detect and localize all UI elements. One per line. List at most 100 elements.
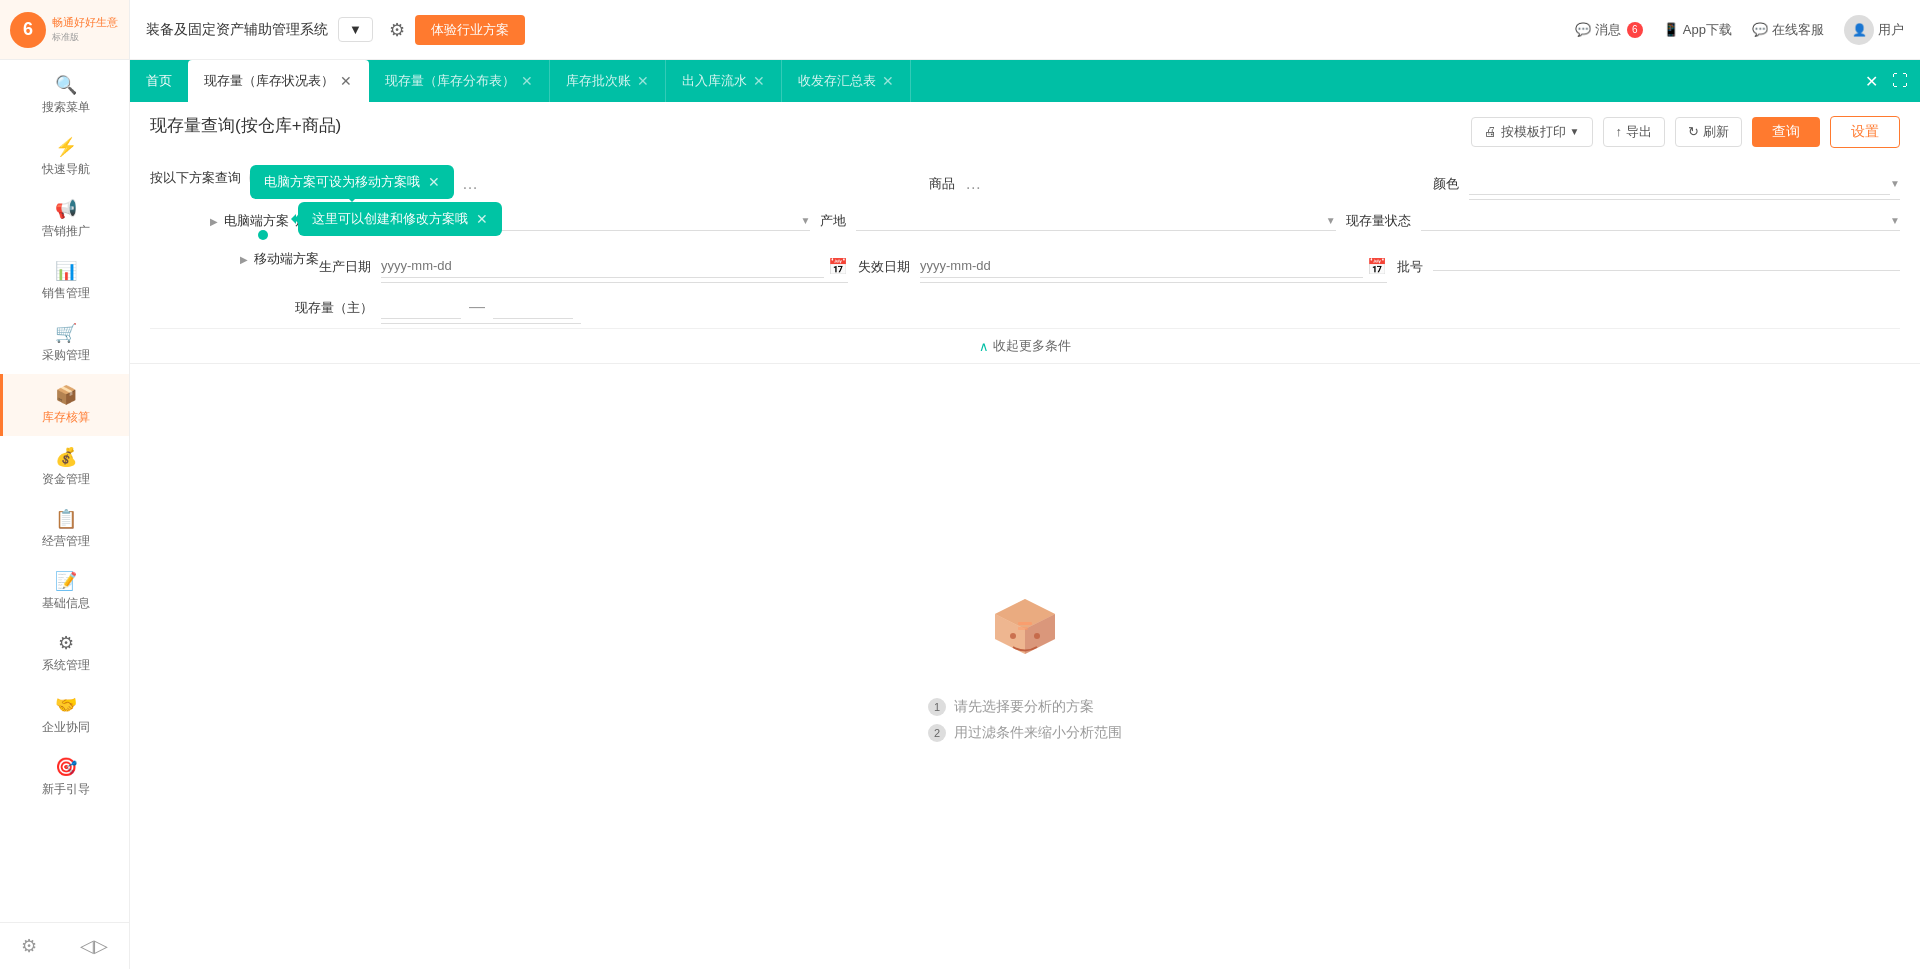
- refresh-icon: ↻: [1688, 124, 1699, 139]
- svg-point-4: [1010, 633, 1016, 639]
- sales-icon: 📊: [55, 260, 77, 282]
- tab-close-icon[interactable]: ✕: [637, 73, 649, 89]
- tab-label: 现存量（库存分布表）: [385, 72, 515, 90]
- sidebar-item-search[interactable]: 🔍 搜索菜单: [0, 64, 129, 126]
- collapse-up-icon: ∧: [979, 339, 989, 354]
- sidebar-item-label: 销售管理: [42, 285, 90, 302]
- sidebar-item-enterprise[interactable]: 🤝 企业协同: [0, 684, 129, 746]
- stock-status-dropdown-icon[interactable]: ▼: [1890, 215, 1900, 226]
- stock-main-max-input[interactable]: [493, 295, 573, 319]
- exp-calendar-icon[interactable]: 📅: [1367, 257, 1387, 276]
- tooltip-mobile-scheme: 电脑方案可设为移动方案哦 ✕: [250, 165, 454, 199]
- mfg-date-input[interactable]: [381, 254, 824, 278]
- inventory-icon: 📦: [55, 384, 77, 406]
- sidebar-item-inventory[interactable]: 📦 库存核算: [0, 374, 129, 436]
- sidebar-item-label: 采购管理: [42, 347, 90, 364]
- svg-rect-7: [1018, 627, 1028, 630]
- step2-label: 用过滤条件来缩小分析范围: [954, 724, 1122, 742]
- tree-arrow-pc: ▶: [210, 216, 218, 227]
- sidebar-item-label: 资金管理: [42, 471, 90, 488]
- mfg-calendar-icon[interactable]: 📅: [828, 257, 848, 276]
- warehouse-more-icon[interactable]: …: [462, 175, 478, 193]
- guide-icon: 🎯: [55, 756, 77, 778]
- range-separator: —: [469, 298, 485, 316]
- sidebar-item-label: 系统管理: [42, 657, 90, 674]
- exp-date-label: 失效日期: [858, 258, 910, 276]
- sidebar-item-marketing[interactable]: 📢 营销推广: [0, 188, 129, 250]
- collapse-bar[interactable]: ∧ 收起更多条件: [150, 328, 1900, 363]
- sidebar-item-sales[interactable]: 📊 销售管理: [0, 250, 129, 312]
- collapse-sidebar-btn[interactable]: ◁▷: [76, 931, 112, 961]
- quicknav-icon: ⚡: [55, 136, 77, 158]
- empty-illustration: [975, 584, 1075, 674]
- step1-number: 1: [928, 698, 946, 716]
- online-service-item[interactable]: 💬 在线客服: [1752, 21, 1824, 39]
- sidebar-item-quicknav[interactable]: ⚡ 快速导航: [0, 126, 129, 188]
- tabs-actions: ✕ ⛶: [1861, 68, 1920, 95]
- size-dropdown-icon[interactable]: ▼: [800, 215, 810, 226]
- color-input[interactable]: [1469, 171, 1890, 195]
- sidebar-item-basic[interactable]: 📝 基础信息: [0, 560, 129, 622]
- sidebar-item-guide[interactable]: 🎯 新手引导: [0, 746, 129, 808]
- origin-dropdown-icon[interactable]: ▼: [1326, 215, 1336, 226]
- logo-icon: 6: [10, 12, 46, 48]
- tree-label-pc: 电脑端方案: [224, 212, 289, 230]
- finance-icon: 💰: [55, 446, 77, 468]
- goods-more-icon[interactable]: …: [965, 175, 981, 193]
- system-select[interactable]: ▼: [338, 17, 373, 42]
- tab-inout-flow[interactable]: 出入库流水 ✕: [666, 60, 782, 102]
- exp-date-input[interactable]: [920, 254, 1363, 278]
- tab-batch-account[interactable]: 库存批次账 ✕: [550, 60, 666, 102]
- tab-label: 库存批次账: [566, 72, 631, 90]
- empty-step2: 2 用过滤条件来缩小分析范围: [928, 724, 1122, 742]
- sidebar-item-finance[interactable]: 💰 资金管理: [0, 436, 129, 498]
- settings-bottom-btn[interactable]: ⚙: [17, 931, 41, 961]
- tree-label-mobile: 移动端方案: [254, 250, 319, 268]
- export-button[interactable]: ↑ 导出: [1603, 117, 1666, 147]
- industry-button[interactable]: 体验行业方案: [415, 15, 525, 45]
- print-icon: 🖨: [1484, 124, 1497, 139]
- topbar: 装备及固定资产辅助管理系统 ▼ ⚙ 体验行业方案 💬 消息 6 📱 App下载 …: [130, 0, 1920, 60]
- color-dropdown-icon[interactable]: ▼: [1890, 178, 1900, 189]
- close-all-tabs-icon[interactable]: ✕: [1861, 68, 1882, 95]
- tab-close-icon[interactable]: ✕: [882, 73, 894, 89]
- stock-main-min-input[interactable]: [381, 295, 461, 319]
- tree-item-pc[interactable]: ▶ 电脑端方案: [210, 208, 295, 234]
- tooltip-close-btn[interactable]: ✕: [428, 174, 440, 190]
- tab-receive-summary[interactable]: 收发存汇总表 ✕: [782, 60, 911, 102]
- setup-button[interactable]: 设置: [1830, 116, 1900, 148]
- tab-stock-dist[interactable]: 现存量（库存分布表） ✕: [369, 60, 550, 102]
- mfg-date-label: 生产日期: [319, 258, 371, 276]
- sidebar-item-operation[interactable]: 📋 经营管理: [0, 498, 129, 560]
- sidebar-item-purchase[interactable]: 🛒 采购管理: [0, 312, 129, 374]
- tree-item-mobile[interactable]: ▶ 移动端方案: [210, 246, 319, 272]
- user-item[interactable]: 👤 用户: [1844, 15, 1904, 45]
- filter-scheme-row: 按以下方案查询 ＋ ✎ ◁◁ 电脑方案可设为移动方案哦 ✕: [150, 157, 1900, 200]
- fullscreen-icon[interactable]: ⛶: [1888, 68, 1912, 94]
- tab-home[interactable]: 首页: [130, 72, 188, 90]
- sidebar-item-label: 搜索菜单: [42, 99, 90, 116]
- tooltip2-close-btn[interactable]: ✕: [476, 211, 488, 227]
- user-label: 用户: [1878, 21, 1904, 39]
- refresh-button[interactable]: ↻ 刷新: [1675, 117, 1742, 147]
- tab-close-icon[interactable]: ✕: [340, 73, 352, 89]
- notice-item[interactable]: 💬 消息 6: [1575, 21, 1643, 39]
- gear-icon[interactable]: ⚙: [389, 19, 405, 41]
- tooltip-text: 电脑方案可设为移动方案哦: [264, 173, 420, 191]
- search-button[interactable]: 查询: [1752, 117, 1820, 147]
- tab-close-icon[interactable]: ✕: [521, 73, 533, 89]
- tab-stock-status[interactable]: 现存量（库存状况表） ✕: [188, 60, 369, 102]
- notice-badge: 6: [1627, 22, 1643, 38]
- sidebar-item-label: 基础信息: [42, 595, 90, 612]
- sidebar-item-label: 经营管理: [42, 533, 90, 550]
- step2-number: 2: [928, 724, 946, 742]
- sidebar-nav: 🔍 搜索菜单 ⚡ 快速导航 📢 营销推广 📊 销售管理 🛒 采购管理 📦 库存核…: [0, 60, 129, 922]
- print-button[interactable]: 🖨 按模板打印 ▼: [1471, 117, 1593, 147]
- sidebar-item-label: 新手引导: [42, 781, 90, 798]
- search-icon: 🔍: [55, 74, 77, 96]
- tab-close-icon[interactable]: ✕: [753, 73, 765, 89]
- app-download-item[interactable]: 📱 App下载: [1663, 21, 1732, 39]
- system-select-label: ▼: [349, 22, 362, 37]
- sidebar-item-system[interactable]: ⚙ 系统管理: [0, 622, 129, 684]
- sidebar-item-label: 快速导航: [42, 161, 90, 178]
